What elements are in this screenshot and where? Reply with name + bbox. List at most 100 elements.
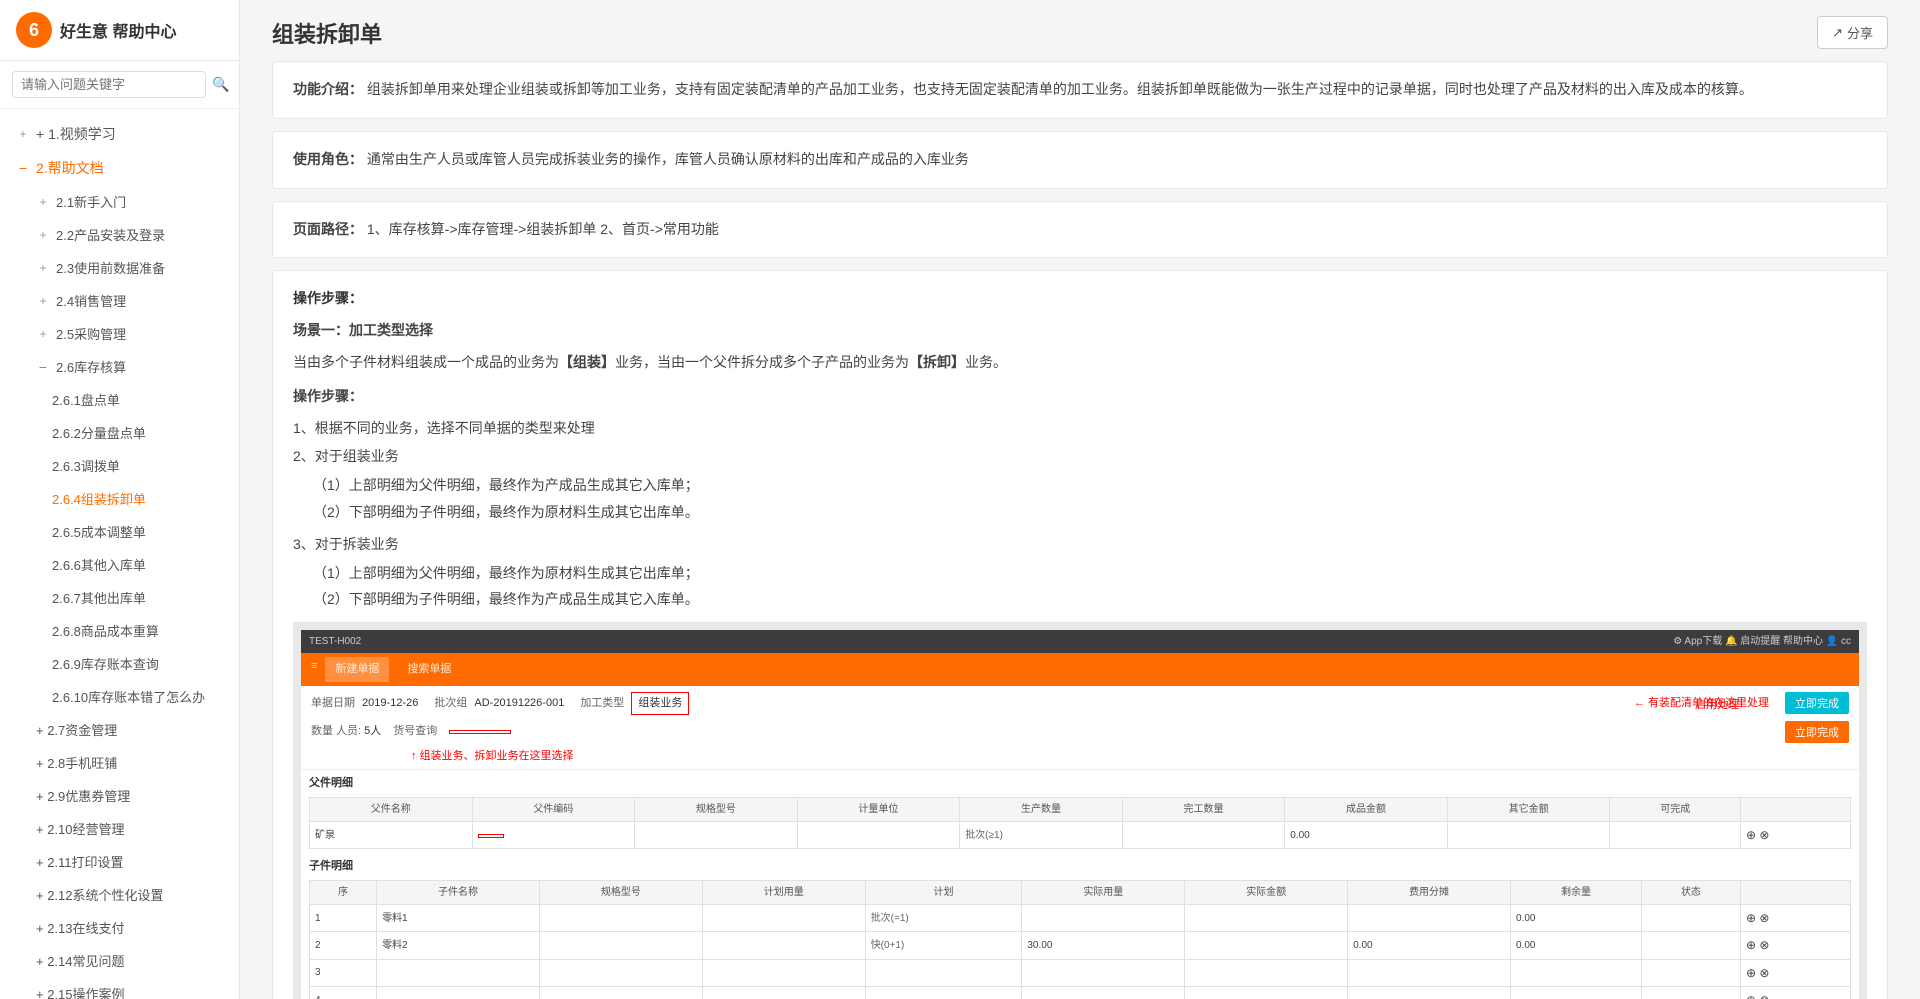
screenshot-orange-nav: ≡ 新建单据 搜索单据 <box>301 653 1859 686</box>
sidebar-item-215[interactable]: + 2.15操作案例 <box>0 977 239 999</box>
search-input[interactable] <box>12 71 206 98</box>
step3-sub2: （2）下部明细为子件明细，最终作为产成品生成其它入库单。 <box>313 588 1867 612</box>
operation-title: 操作步骤： <box>293 287 1867 311</box>
screenshot-tab-search[interactable]: 搜索单据 <box>397 657 461 682</box>
sidebar-item-help[interactable]: − 2.帮助文档 <box>0 151 239 185</box>
sidebar-item-212[interactable]: + 2.12系统个性化设置 <box>0 878 239 911</box>
role-text: 通常由生产人员或库管人员完成拆装业务的操作，库管人员确认原材料的出库和产成品的入… <box>367 151 969 167</box>
step2-sub1: （1）上部明细为父件明细，最终作为产成品生成其它入库单； <box>313 474 1867 498</box>
step3-sub1: （1）上部明细为父件明细，最终作为原材料生成其它出库单； <box>313 562 1867 586</box>
screenshot-quick-btn[interactable]: 立即完成 <box>1785 721 1849 743</box>
intro-text: 组装拆卸单用来处理企业组装或拆卸等加工业务，支持有固定装配清单的产品加工业务，也… <box>367 81 1753 97</box>
intro-label: 功能介绍： <box>293 81 363 97</box>
sidebar-item-214[interactable]: + 2.14常见问题 <box>0 944 239 977</box>
share-icon: ↗ <box>1832 25 1843 41</box>
role-label: 使用角色： <box>293 151 363 167</box>
toggle-22: + <box>36 228 50 242</box>
toggle-26: − <box>36 360 50 374</box>
upper-col-9: 可完成 <box>1610 797 1741 821</box>
sidebar-item-266[interactable]: 2.6.6其他入库单 <box>0 548 239 581</box>
sidebar-item-29[interactable]: + 2.9优惠券管理 <box>0 779 239 812</box>
role-card: 使用角色： 通常由生产人员或库管人员完成拆装业务的操作，库管人员确认原材料的出库… <box>272 131 1888 189</box>
sidebar-item-21[interactable]: + 2.1新手入门 <box>0 185 239 218</box>
sidebar-item-264[interactable]: 2.6.4组装拆卸单 <box>0 482 239 515</box>
sidebar-item-video[interactable]: + + 1.视频学习 <box>0 117 239 151</box>
sidebar-item-26[interactable]: − 2.6库存核算 <box>0 350 239 383</box>
lower-table: 序 子件名称 规格型号 计划用量 计划 实际用量 实际金额 费用分摊 剩余量 <box>309 880 1851 999</box>
upper-cell-unit <box>797 821 960 848</box>
sidebar-item-23[interactable]: + 2.3使用前数据准备 <box>0 251 239 284</box>
form-batch-label: 批次组 AD-20191226-001 <box>434 694 564 713</box>
sidebar-item-262[interactable]: 2.6.2分量盘点单 <box>0 416 239 449</box>
sidebar: 6 好生意 帮助中心 🔍 + + 1.视频学习 − 2.帮助文档 + 2.1新手… <box>0 0 240 999</box>
screenshot-upper-table: 父件明细 父件名称 父件编码 规格型号 计量单位 生产数量 完工数量 <box>301 770 1859 851</box>
sidebar-item-24[interactable]: + 2.4销售管理 <box>0 284 239 317</box>
intro-card: 功能介绍： 组装拆卸单用来处理企业组装或拆卸等加工业务，支持有固定装配清单的产品… <box>272 61 1888 119</box>
sidebar-item-269[interactable]: 2.6.9库存账本查询 <box>0 647 239 680</box>
screenshot-test-id: TEST-H002 <box>309 633 361 650</box>
table-row: 矿泉 批次(≥1) 0.00 <box>310 821 1851 848</box>
sidebar-item-22[interactable]: + 2.2产品安装及登录 <box>0 218 239 251</box>
upper-cell-other <box>1447 821 1610 848</box>
upper-col-7: 成品金额 <box>1285 797 1448 821</box>
upper-cell-amount: 0.00 <box>1285 821 1448 848</box>
search-field[interactable] <box>449 730 511 734</box>
table-row: 4⊕ ⊗ <box>310 987 1851 999</box>
sidebar-item-210[interactable]: + 2.10经营管理 <box>0 812 239 845</box>
toggle-icon-video: + <box>16 127 30 141</box>
upper-cell-code <box>472 821 635 848</box>
sidebar-item-2610[interactable]: 2.6.10库存账本错了怎么办 <box>0 680 239 713</box>
scene1-title: 场景一：加工类型选择 <box>293 322 433 338</box>
toggle-24: + <box>36 294 50 308</box>
screenshot-topbar: TEST-H002 ⚙ App下载 🔔 启动提醒 帮助中心 👤 cc <box>301 630 1859 653</box>
annotation-2: ↑ 组装业务、拆卸业务在这里选择 <box>411 747 1849 766</box>
sidebar-item-213[interactable]: + 2.13在线支付 <box>0 911 239 944</box>
screenshot-container: TEST-H002 ⚙ App下载 🔔 启动提醒 帮助中心 👤 cc ≡ 新建单… <box>293 622 1867 999</box>
screenshot-lower-table: 子件明细 序 子件名称 规格型号 计划用量 计划 实际用量 <box>301 853 1859 999</box>
share-button[interactable]: ↗ 分享 <box>1817 16 1888 49</box>
path-text: 1、库存核算->库存管理->组装拆卸单 2、首页->常用功能 <box>367 221 719 237</box>
upper-col-1: 父件名称 <box>310 797 473 821</box>
upper-cell-qty: 批次(≥1) <box>960 821 1123 848</box>
sidebar-header: 6 好生意 帮助中心 <box>0 0 239 61</box>
nav-list: + + 1.视频学习 − 2.帮助文档 + 2.1新手入门 + 2.2产品安装及… <box>0 109 239 999</box>
step2: 2、对于组装业务 <box>293 445 1867 469</box>
sidebar-item-261[interactable]: 2.6.1盘点单 <box>0 383 239 416</box>
sidebar-item-27[interactable]: + 2.7资金管理 <box>0 713 239 746</box>
sidebar-item-265[interactable]: 2.6.5成本调整单 <box>0 515 239 548</box>
inner-screenshot: TEST-H002 ⚙ App下载 🔔 启动提醒 帮助中心 👤 cc ≡ 新建单… <box>301 630 1859 999</box>
upper-col-6: 完工数量 <box>1122 797 1285 821</box>
upper-table: 父件名称 父件编码 规格型号 计量单位 生产数量 完工数量 成品金额 其它金额 … <box>309 797 1851 849</box>
scene1-desc: 当由多个子件材料组装成一个成品的业务为【组装】业务，当由一个父件拆分成多个子产品… <box>293 354 1007 370</box>
page-title: 组装拆卸单 <box>272 17 382 49</box>
upper-cell-code-box[interactable] <box>478 834 504 838</box>
sidebar-item-211[interactable]: + 2.11打印设置 <box>0 845 239 878</box>
toggle-icon-help: − <box>16 161 30 175</box>
annotation-3: 启用处理 <box>1695 696 1739 715</box>
screenshot-complete-btn[interactable]: 立即完成 <box>1785 692 1849 714</box>
nav-icon: ≡ <box>311 657 317 682</box>
screenshot-top-icons: ⚙ App下载 🔔 启动提醒 帮助中心 👤 cc <box>1673 633 1851 650</box>
screenshot-tab-new[interactable]: 新建单据 <box>325 657 389 682</box>
sidebar-item-263[interactable]: 2.6.3调拨单 <box>0 449 239 482</box>
toggle-21: + <box>36 195 50 209</box>
screenshot-form: 单据日期 2019-12-26 批次组 AD-20191226-001 加工类型… <box>301 686 1859 770</box>
logo-icon: 6 <box>16 12 52 48</box>
sidebar-item-28[interactable]: + 2.8手机旺铺 <box>0 746 239 779</box>
toggle-25: + <box>36 327 50 341</box>
upper-cell-actions: ⊕ ⊗ <box>1741 821 1851 848</box>
app-title: 好生意 帮助中心 <box>60 18 176 42</box>
upper-col-2: 父件编码 <box>472 797 635 821</box>
content-header: 组装拆卸单 ↗ 分享 <box>240 0 1920 61</box>
sidebar-item-25[interactable]: + 2.5采购管理 <box>0 317 239 350</box>
search-button[interactable]: 🔍 <box>212 76 229 93</box>
form-type-label: 加工类型 组装业务 <box>580 692 689 715</box>
sidebar-item-267[interactable]: 2.6.7其他出库单 <box>0 581 239 614</box>
upper-cell-done <box>1122 821 1285 848</box>
step1: 1、根据不同的业务，选择不同单据的类型来处理 <box>293 417 1867 441</box>
form-type-value[interactable]: 组装业务 <box>631 692 689 715</box>
operations-card: 操作步骤： 场景一：加工类型选择 当由多个子件材料组装成一个成品的业务为【组装】… <box>272 270 1888 999</box>
sidebar-item-268[interactable]: 2.6.8商品成本重算 <box>0 614 239 647</box>
upper-cell-spec <box>635 821 798 848</box>
operation-steps-label: 操作步骤： <box>293 385 1867 409</box>
